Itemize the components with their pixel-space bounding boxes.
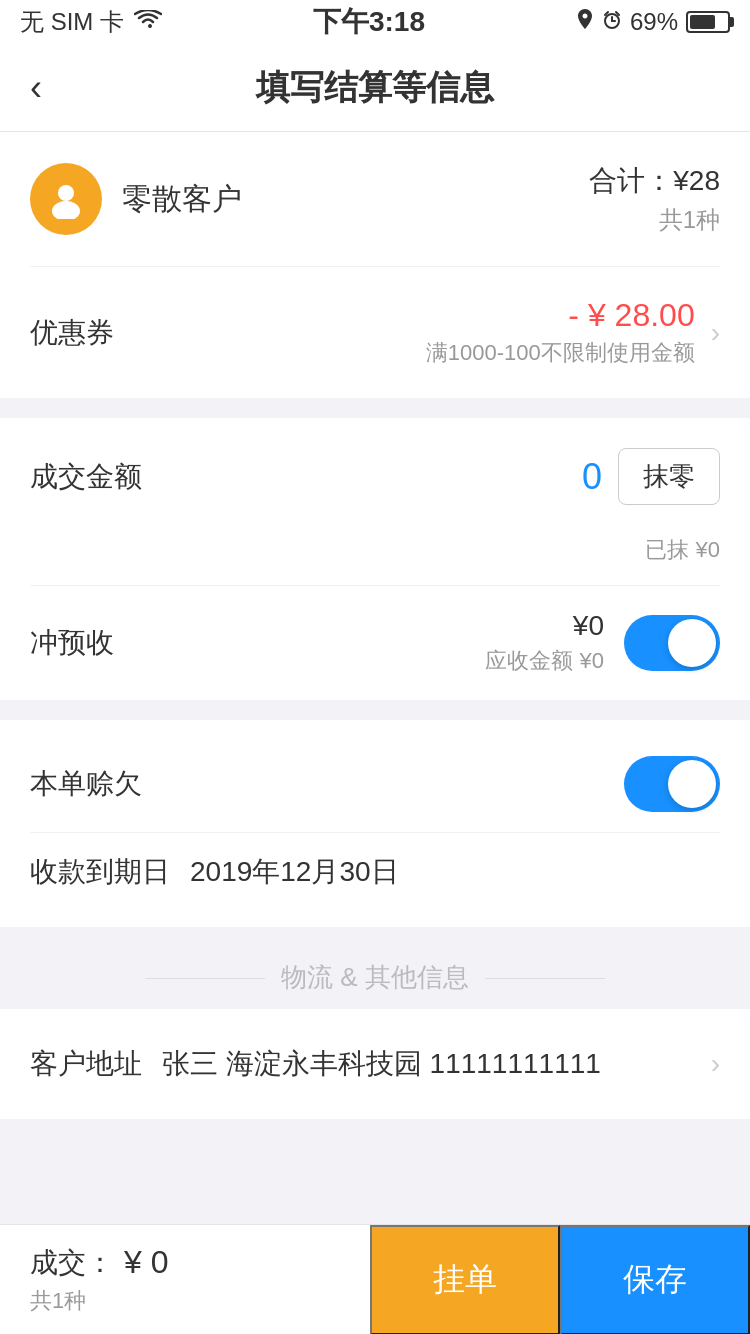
carrier-text: 无 SIM 卡 <box>20 6 124 38</box>
debt-toggle[interactable] <box>624 756 720 812</box>
total-amount: 合计：¥28 <box>589 162 720 200</box>
round-button[interactable]: 抹零 <box>618 448 720 505</box>
debt-label: 本单赊欠 <box>30 765 142 803</box>
duedate-row[interactable]: 收款到期日 2019年12月30日 <box>30 832 720 927</box>
coupon-chevron-right-icon: › <box>711 317 720 349</box>
coupon-value-block: - ¥ 28.00 满1000-100不限制使用金额 <box>426 297 695 368</box>
duedate-label: 收款到期日 <box>30 853 170 891</box>
duedate-value: 2019年12月30日 <box>190 853 399 891</box>
prepay-right: ¥0 应收金额 ¥0 <box>485 610 720 676</box>
total-count: 共1种 <box>589 204 720 236</box>
prepay-toggle[interactable] <box>624 615 720 671</box>
customer-left: 零散客户 <box>30 163 242 235</box>
bottom-summary: 成交： ¥ 0 共1种 <box>0 1244 370 1316</box>
discount-amount: - ¥ 28.00 <box>426 297 695 334</box>
coupon-right: - ¥ 28.00 满1000-100不限制使用金额 › <box>426 297 720 368</box>
prepay-row: 冲预收 ¥0 应收金额 ¥0 <box>30 585 720 700</box>
status-right: 69% <box>576 8 730 36</box>
summary-amount: ¥ 0 <box>124 1244 168 1281</box>
coupon-row[interactable]: 优惠券 - ¥ 28.00 满1000-100不限制使用金额 › <box>30 266 720 398</box>
svg-point-5 <box>58 185 74 201</box>
coupon-label: 优惠券 <box>30 314 114 352</box>
status-left: 无 SIM 卡 <box>20 6 162 38</box>
customer-right: 合计：¥28 共1种 <box>589 162 720 236</box>
transaction-right: 0 抹零 <box>582 448 720 505</box>
back-button[interactable]: ‹ <box>30 67 42 109</box>
prepay-amount: ¥0 <box>485 610 604 642</box>
address-label: 客户地址 <box>30 1045 142 1083</box>
bottom-summary-main: 成交： ¥ 0 <box>30 1244 340 1282</box>
nav-bar: ‹ 填写结算等信息 <box>0 44 750 132</box>
wifi-icon <box>134 8 162 36</box>
transaction-sub: 已抹 ¥0 <box>30 535 720 585</box>
customer-name: 零散客户 <box>122 179 242 220</box>
alarm-icon <box>602 8 622 36</box>
svg-point-6 <box>52 201 80 219</box>
address-row[interactable]: 客户地址 张三 海淀永丰科技园 11111111111 › <box>30 1009 720 1119</box>
customer-row: 零散客户 合计：¥28 共1种 <box>30 132 720 266</box>
save-button[interactable]: 保存 <box>560 1225 750 1335</box>
debt-section: 本单赊欠 收款到期日 2019年12月30日 <box>0 720 750 927</box>
prepay-label: 冲预收 <box>30 624 114 662</box>
logistics-divider: 物流 & 其他信息 <box>0 947 750 1007</box>
debt-row: 本单赊欠 <box>30 720 720 832</box>
transaction-label: 成交金额 <box>30 458 142 496</box>
prepay-value-block: ¥0 应收金额 ¥0 <box>485 610 604 676</box>
address-section: 客户地址 张三 海淀永丰科技园 11111111111 › <box>0 1009 750 1119</box>
status-bar: 无 SIM 卡 下午3:18 69% <box>0 0 750 44</box>
section-separator-1 <box>0 398 750 418</box>
customer-section: 零散客户 合计：¥28 共1种 优惠券 - ¥ 28.00 满1000-100不… <box>0 132 750 398</box>
battery-icon <box>686 11 730 33</box>
discount-desc: 满1000-100不限制使用金额 <box>426 338 695 368</box>
prepay-toggle-knob <box>668 619 716 667</box>
page-title: 填写结算等信息 <box>256 65 494 111</box>
logistics-label: 物流 & 其他信息 <box>129 960 621 995</box>
address-chevron-right-icon: › <box>711 1048 720 1080</box>
time-display: 下午3:18 <box>313 3 425 41</box>
location-icon <box>576 8 594 36</box>
address-value: 张三 海淀永丰科技园 11111111111 <box>162 1045 711 1083</box>
prepay-sub: 应收金额 ¥0 <box>485 646 604 676</box>
battery-percentage: 69% <box>630 8 678 36</box>
avatar <box>30 163 102 235</box>
bottom-bar: 成交： ¥ 0 共1种 挂单 保存 <box>0 1224 750 1334</box>
summary-count: 共1种 <box>30 1286 340 1316</box>
transaction-value: 0 <box>582 456 602 498</box>
section-separator-3 <box>0 927 750 947</box>
transaction-section: 成交金额 0 抹零 已抹 ¥0 冲预收 ¥0 应收金额 ¥0 <box>0 418 750 700</box>
summary-label: 成交： <box>30 1244 114 1282</box>
section-separator-2 <box>0 700 750 720</box>
hold-button[interactable]: 挂单 <box>370 1225 560 1335</box>
transaction-row: 成交金额 0 抹零 <box>30 418 720 535</box>
debt-toggle-knob <box>668 760 716 808</box>
